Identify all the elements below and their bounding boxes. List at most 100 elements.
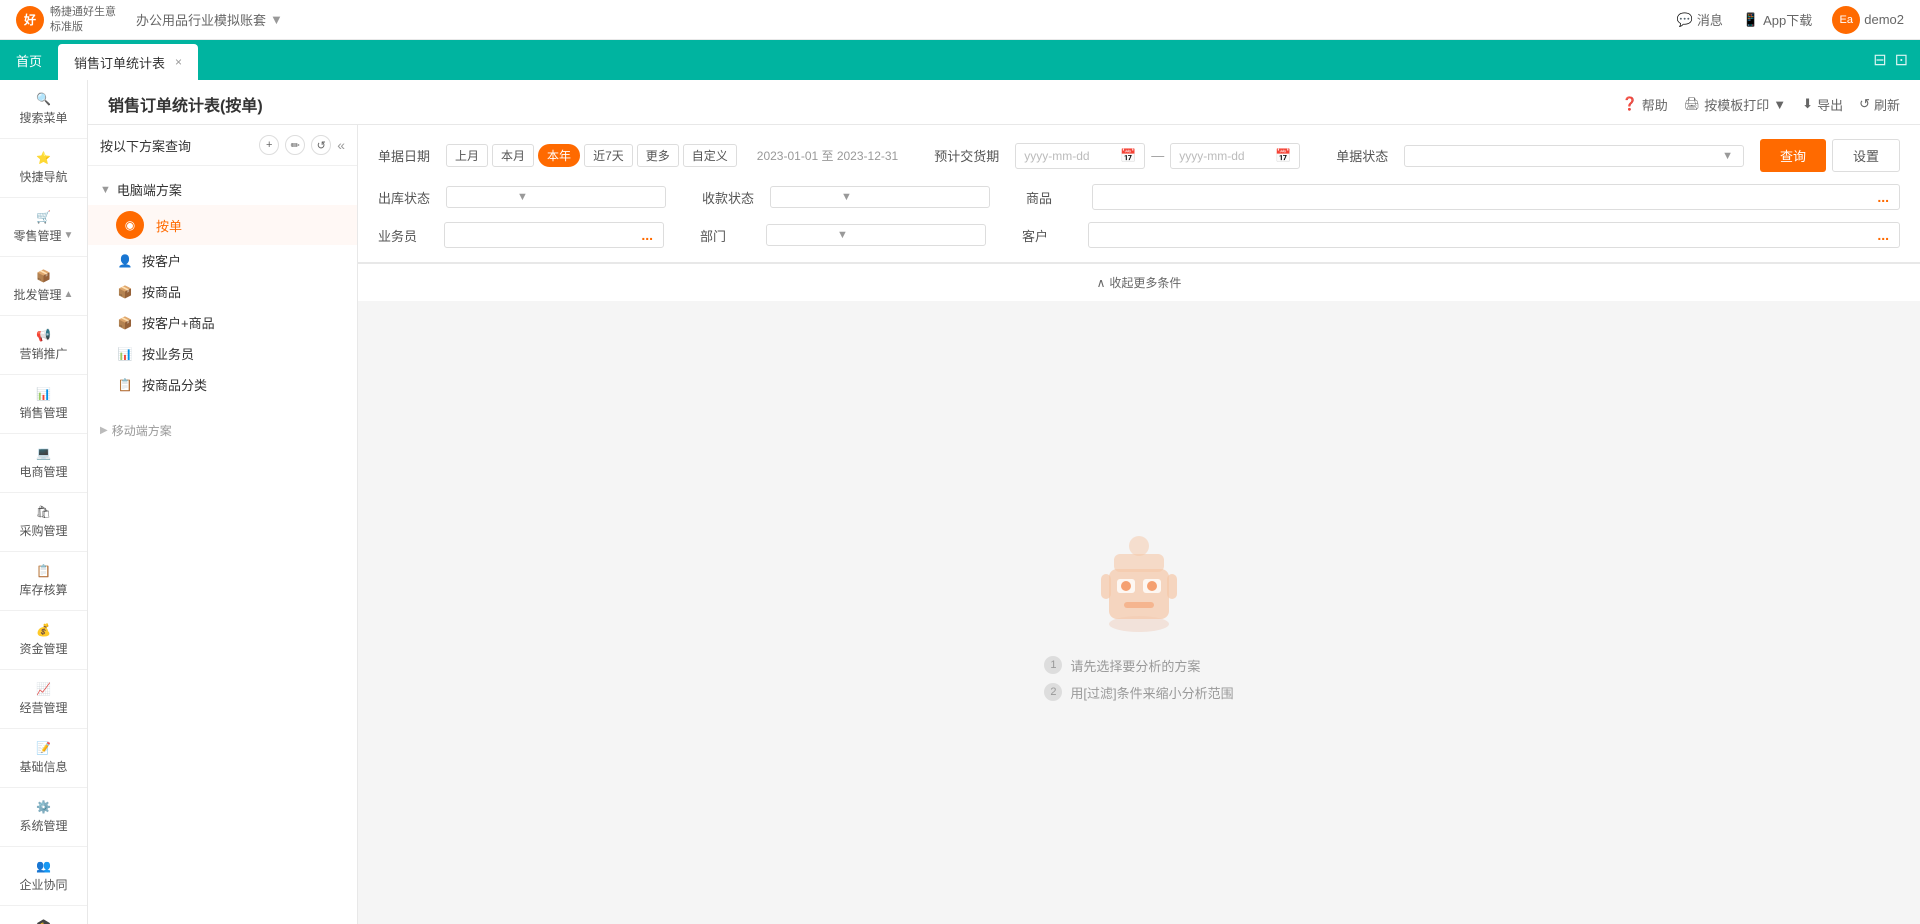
- refresh-btn[interactable]: ↺ 刷新: [1859, 95, 1900, 114]
- salesperson-input[interactable]: ...: [444, 222, 664, 248]
- sidebar-item-search[interactable]: 🔍 搜索菜单: [0, 80, 87, 139]
- customer-more-icon[interactable]: ...: [1877, 227, 1889, 243]
- right-panel: 单据日期 上月 本月 本年 近7天 更多 自定义 2023-01-01 至 20…: [358, 125, 1920, 924]
- edit-scheme-btn[interactable]: ✏: [285, 135, 305, 155]
- bill-status-dropdown[interactable]: ▼: [1404, 145, 1744, 167]
- by-customer-goods-icon: 📦: [116, 314, 134, 332]
- scheme-item-by-customer-goods[interactable]: 📦 按客户+商品: [88, 307, 357, 338]
- expected-date-start-input[interactable]: yyyy-mm-dd 📅: [1015, 143, 1145, 169]
- help-btn[interactable]: ❓ 帮助: [1622, 95, 1668, 114]
- goods-more-icon[interactable]: ...: [1877, 189, 1889, 205]
- collapse-label: 收起更多条件: [1109, 274, 1181, 291]
- date-label: 单据日期: [378, 146, 430, 165]
- by-customer-icon: 👤: [116, 252, 134, 270]
- tip-num-1: 1: [1044, 656, 1062, 674]
- app-download-btn[interactable]: 📱 App下载: [1743, 10, 1812, 29]
- sidebar-item-sales[interactable]: 📊 销售管理: [0, 375, 87, 434]
- inner-layout: 按以下方案查询 + ✏ ↺ « ▼ 电脑: [88, 125, 1920, 924]
- left-panel-icons: + ✏ ↺ «: [259, 135, 345, 155]
- date-btn-this-year[interactable]: 本年: [538, 144, 580, 167]
- collapse-more-btn[interactable]: ∧ 收起更多条件: [358, 263, 1920, 301]
- department-arrow-icon: ▼: [837, 229, 848, 241]
- refresh-small-icon: ↺: [317, 139, 326, 152]
- scheme-item-by-order[interactable]: ◉ 按单: [88, 205, 357, 245]
- export-icon: ⬇: [1802, 96, 1813, 112]
- print-btn[interactable]: 🖨 按模板打印 ▼: [1684, 95, 1786, 114]
- breadcrumb-arrow-icon[interactable]: ▼: [270, 12, 283, 27]
- by-salesperson-icon: 📊: [116, 345, 134, 363]
- pc-scheme-root[interactable]: ▼ 电脑端方案: [88, 174, 357, 205]
- expected-date-end-input[interactable]: yyyy-mm-dd 📅: [1170, 143, 1300, 169]
- sidebar-item-system[interactable]: ⚙️ 系统管理: [0, 788, 87, 847]
- date-btn-more[interactable]: 更多: [637, 144, 679, 167]
- page-header: 销售订单统计表(按单) ❓ 帮助 🖨 按模板打印 ▼ ⬇ 导出 ↺ 刷新: [88, 80, 1920, 125]
- sidebar-item-purchase[interactable]: 🛍 采购管理: [0, 493, 87, 552]
- scheme-item-by-goods-category[interactable]: 📋 按商品分类: [88, 369, 357, 400]
- message-btn[interactable]: 💬 消息: [1677, 10, 1723, 29]
- goods-input[interactable]: ...: [1092, 184, 1900, 210]
- edit-icon: ✏: [291, 139, 300, 152]
- bill-status-arrow-icon: ▼: [1722, 150, 1733, 162]
- sidebar-item-marketing[interactable]: 📢 营销推广: [0, 316, 87, 375]
- avatar: Ea: [1832, 6, 1860, 34]
- app-icon: 📱: [1743, 12, 1759, 28]
- ecommerce-icon: 💻: [36, 446, 51, 460]
- sidebar-item-enterprise[interactable]: 👥 企业协同: [0, 847, 87, 906]
- ship-status-select[interactable]: ▼: [446, 186, 666, 208]
- marketing-icon: 📢: [36, 328, 51, 342]
- date-btn-custom[interactable]: 自定义: [683, 144, 737, 167]
- wholesale-expand-icon: ▲: [64, 289, 74, 300]
- scheme-item-by-customer[interactable]: 👤 按客户: [88, 245, 357, 276]
- sidebar-item-operation[interactable]: 📈 经营管理: [0, 670, 87, 729]
- refresh-scheme-btn[interactable]: ↺: [311, 135, 331, 155]
- action-buttons: 查询 设置: [1760, 139, 1900, 172]
- retail-expand-icon: ▼: [64, 230, 74, 241]
- pc-scheme-section: ▼ 电脑端方案 ◉ 按单 👤 按客户: [88, 166, 357, 408]
- user-menu[interactable]: Ea demo2: [1832, 6, 1904, 34]
- collect-status-select[interactable]: ▼: [770, 186, 990, 208]
- pc-scheme-label: 电脑端方案: [117, 180, 182, 199]
- salesperson-more-icon[interactable]: ...: [641, 227, 653, 243]
- add-scheme-btn[interactable]: +: [259, 135, 279, 155]
- quicknav-icon: ⭐: [36, 151, 51, 165]
- sidebar-item-newuser[interactable]: 🎓 新手引导: [0, 906, 87, 924]
- finance-icon: 💰: [36, 623, 51, 637]
- date-btn-last-month[interactable]: 上月: [446, 144, 488, 167]
- mobile-scheme-header: ▶ 移动端方案: [88, 416, 357, 445]
- department-select[interactable]: ▼: [766, 224, 986, 246]
- collapse-panel-btn[interactable]: «: [337, 137, 345, 153]
- sidebar-item-finance[interactable]: 💰 资金管理: [0, 611, 87, 670]
- refresh-icon: ↺: [1859, 96, 1870, 112]
- mobile-scheme-label: 移动端方案: [112, 422, 172, 439]
- ship-status-label: 出库状态: [378, 188, 430, 207]
- system-icon: ⚙️: [36, 800, 51, 814]
- date-btn-this-month[interactable]: 本月: [492, 144, 534, 167]
- tab-minimize-icon[interactable]: ⊟: [1873, 50, 1886, 70]
- search-icon: 🔍: [36, 92, 51, 106]
- breadcrumb-text: 办公用品行业模拟账套: [136, 10, 266, 29]
- scheme-item-by-goods[interactable]: 📦 按商品: [88, 276, 357, 307]
- date-btn-7days[interactable]: 近7天: [584, 144, 633, 167]
- settings-button[interactable]: 设置: [1832, 139, 1900, 172]
- scheme-item-by-salesperson[interactable]: 📊 按业务员: [88, 338, 357, 369]
- sidebar-item-retail[interactable]: 🛒 零售管理 ▼: [0, 198, 87, 257]
- bill-status-select[interactable]: ▼: [1404, 145, 1744, 167]
- customer-input[interactable]: ...: [1088, 222, 1900, 248]
- sidebar-item-quicknav[interactable]: ⭐ 快捷导航: [0, 139, 87, 198]
- tab-maximize-icon[interactable]: ⊡: [1895, 50, 1908, 70]
- by-goods-category-icon: 📋: [116, 376, 134, 394]
- tab-close-icon[interactable]: ×: [175, 55, 182, 69]
- sidebar-item-inventory[interactable]: 📋 库存核算: [0, 552, 87, 611]
- sidebar-item-basic-info[interactable]: 📝 基础信息: [0, 729, 87, 788]
- collect-status-label: 收款状态: [702, 188, 754, 207]
- sidebar-item-wholesale[interactable]: 📦 批发管理 ▲: [0, 257, 87, 316]
- tab-sales-order[interactable]: 销售订单统计表 ×: [58, 44, 198, 80]
- filter-area: 单据日期 上月 本月 本年 近7天 更多 自定义 2023-01-01 至 20…: [358, 125, 1920, 263]
- tab-home[interactable]: 首页: [0, 40, 58, 80]
- sales-icon: 📊: [36, 387, 51, 401]
- empty-state: 1 请先选择要分析的方案 2 用[过滤]条件来缩小分析范围: [358, 301, 1920, 924]
- sidebar-item-ecommerce[interactable]: 💻 电商管理: [0, 434, 87, 493]
- export-btn[interactable]: ⬇ 导出: [1802, 95, 1843, 114]
- query-button[interactable]: 查询: [1760, 139, 1826, 172]
- tip-num-2: 2: [1044, 683, 1062, 701]
